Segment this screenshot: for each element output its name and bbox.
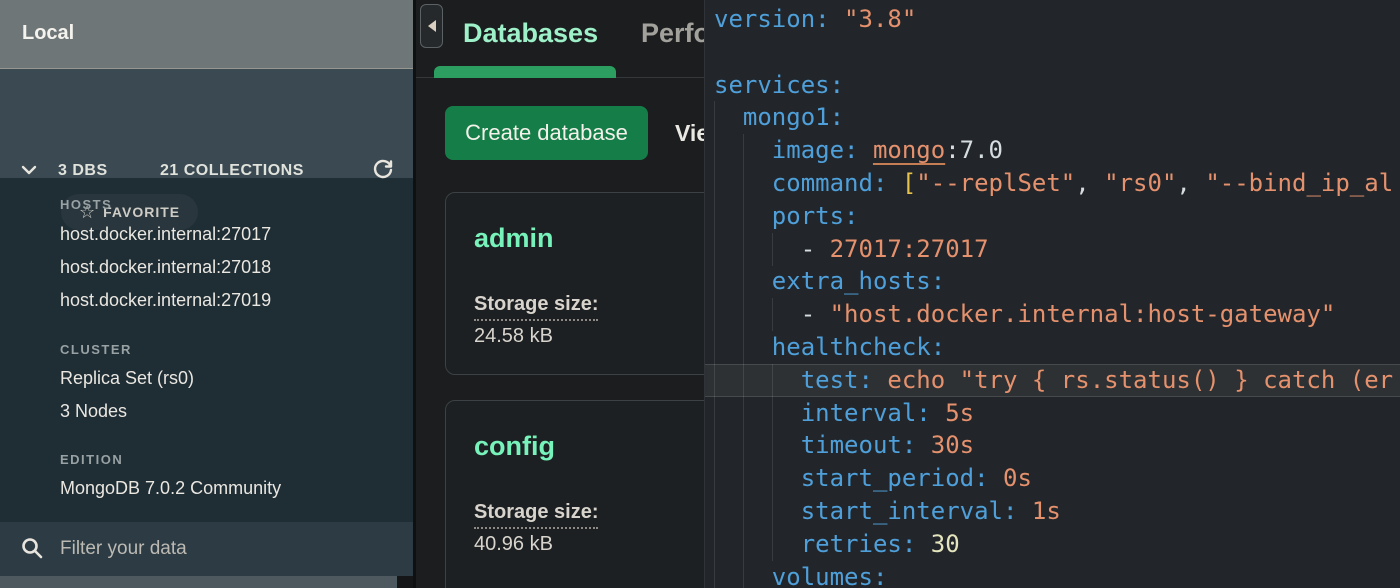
stats-section: 3 DBS 21 COLLECTIONS ☆ FAVORITE (0, 69, 413, 178)
database-name-link[interactable]: admin (474, 223, 554, 254)
connection-title: Local (22, 22, 74, 45)
code-line: version: "3.8" (714, 3, 1393, 36)
code-line: ports: (714, 200, 1393, 233)
code-line: timeout: 30s (714, 429, 1393, 462)
host-item: host.docker.internal:27018 (60, 257, 271, 278)
host-item: host.docker.internal:27019 (60, 290, 271, 311)
db-count: 3 DBS (58, 162, 108, 180)
sidebar: Local 3 DBS 21 COLLECTIONS ☆ FAVORITE HO… (0, 0, 413, 588)
storage-size-label: Storage size: (474, 501, 598, 529)
cluster-nodes: 3 Nodes (60, 401, 127, 422)
code-line: healthcheck: (714, 331, 1393, 364)
databases-panel: Databases Perfo Create database Vie admi… (413, 0, 704, 588)
search-icon (20, 536, 44, 560)
code-line: - 27017:27017 (714, 233, 1393, 266)
yaml-source[interactable]: version: "3.8" services: mongo1: image: m… (714, 3, 1393, 588)
create-database-button[interactable]: Create database (445, 106, 648, 160)
bottom-strip (0, 576, 397, 588)
cluster-section-label: CLUSTER (60, 342, 132, 357)
code-line: - "host.docker.internal:host-gateway" (714, 298, 1393, 331)
collapse-arrow-icon (427, 19, 437, 33)
code-line: mongo1: (714, 101, 1393, 134)
code-line: interval: 5s (714, 397, 1393, 430)
hosts-section-label: HOSTS (60, 197, 112, 212)
collapse-sidebar-button[interactable] (420, 4, 443, 48)
active-tab-indicator (434, 66, 616, 78)
storage-size-value: 40.96 kB (474, 533, 553, 556)
code-line: test: echo "try { rs.status() } catch (e… (714, 364, 1393, 397)
collection-count: 21 COLLECTIONS (160, 162, 304, 180)
tab-performance[interactable]: Perfo (641, 18, 710, 49)
storage-size-label: Storage size: (474, 293, 598, 321)
code-line: command: ["--replSet", "rs0", "--bind_ip… (714, 167, 1393, 200)
code-line: services: (714, 69, 1393, 102)
connection-header: Local (0, 0, 413, 69)
code-line: extra_hosts: (714, 265, 1393, 298)
refresh-icon[interactable] (372, 159, 394, 181)
app-window: Local 3 DBS 21 COLLECTIONS ☆ FAVORITE HO… (0, 0, 1400, 588)
code-editor[interactable]: version: "3.8" services: mongo1: image: m… (704, 0, 1400, 588)
code-line: start_period: 0s (714, 462, 1393, 495)
tab-databases[interactable]: Databases (463, 18, 598, 49)
host-item: host.docker.internal:27017 (60, 224, 271, 245)
code-line: retries: 30 (714, 528, 1393, 561)
code-line: volumes: (714, 561, 1393, 588)
edition-value: MongoDB 7.0.2 Community (60, 478, 281, 499)
database-name-link[interactable]: config (474, 431, 555, 462)
cluster-type: Replica Set (rs0) (60, 368, 194, 389)
code-line: image: mongo:7.0 (714, 134, 1393, 167)
storage-size-value: 24.58 kB (474, 325, 553, 348)
code-line (714, 36, 1393, 69)
filter-bar[interactable]: Filter your data (0, 522, 413, 576)
chevron-down-icon[interactable] (20, 161, 38, 179)
filter-input[interactable]: Filter your data (60, 538, 187, 560)
code-line: start_interval: 1s (714, 495, 1393, 528)
favorite-label: FAVORITE (103, 204, 180, 220)
edition-section-label: EDITION (60, 452, 123, 467)
